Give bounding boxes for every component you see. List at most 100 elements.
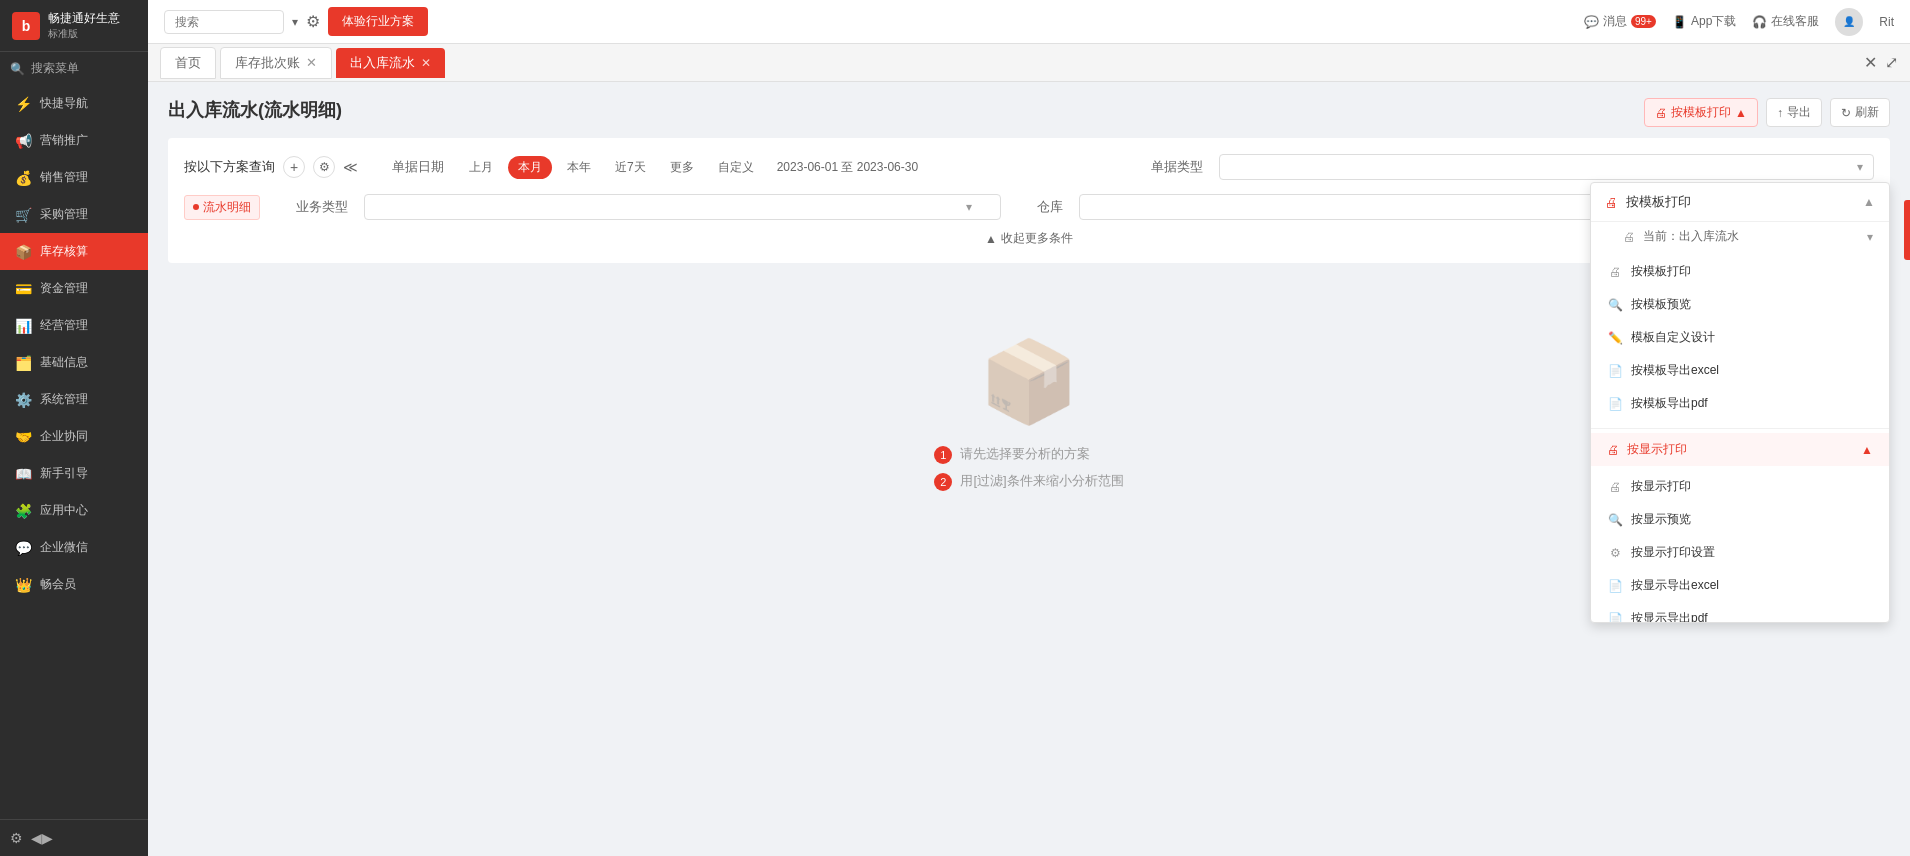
dropdown-item-display-print[interactable]: 🖨 按显示打印 — [1591, 470, 1889, 503]
service-btn[interactable]: 🎧 在线客服 — [1752, 13, 1819, 30]
template-excel-icon: 📄 — [1607, 363, 1623, 379]
window-close-btn[interactable]: ✕ — [1864, 53, 1877, 72]
display-settings-label: 按显示打印设置 — [1631, 544, 1715, 561]
sidebar-search[interactable]: 🔍 搜索菜单 — [0, 52, 148, 85]
sidebar-settings-icon[interactable]: ⚙ — [10, 830, 23, 846]
date-btn-this-month[interactable]: 本月 — [508, 156, 552, 179]
tab-home-label: 首页 — [175, 54, 201, 72]
tab-flow-close-icon[interactable]: ✕ — [421, 56, 431, 70]
filter-type-tag[interactable]: 流水明细 — [184, 195, 260, 220]
display-pdf-icon: 📄 — [1607, 611, 1623, 623]
tab-home[interactable]: 首页 — [160, 47, 216, 79]
print-template-btn[interactable]: 🖨 按模板打印 ▲ — [1644, 98, 1758, 127]
topbar-search-input[interactable] — [164, 10, 284, 34]
dropdown-item-template-pdf[interactable]: 📄 按模板导出pdf — [1591, 387, 1889, 420]
app-download-btn[interactable]: 📱 App下载 — [1672, 13, 1736, 30]
sidebar-item-operations[interactable]: 📊 经营管理 — [0, 307, 148, 344]
biz-type-chevron-icon: ▾ — [966, 200, 972, 214]
sales-icon: 💰 — [14, 170, 32, 186]
message-icon: 💬 — [1584, 15, 1599, 29]
dropdown-item-display-excel[interactable]: 📄 按显示导出excel — [1591, 569, 1889, 602]
doc-type-select[interactable]: ▾ — [1219, 154, 1874, 180]
sidebar-collapse-icon[interactable]: ◀▶ — [31, 830, 53, 846]
dropdown-item-display-preview[interactable]: 🔍 按显示预览 — [1591, 503, 1889, 536]
sidebar-item-inventory[interactable]: 📦 库存核算 — [0, 233, 148, 270]
display-section: 🖨 按显示打印 🔍 按显示预览 ⚙ 按显示打印设置 📄 按显示导出excel — [1591, 466, 1889, 622]
filter-tag-label: 流水明细 — [203, 199, 251, 216]
template-preview-icon: 🔍 — [1607, 297, 1623, 313]
dropdown-item-display-pdf[interactable]: 📄 按显示导出pdf — [1591, 602, 1889, 622]
dropdown-item-template-custom[interactable]: ✏️ 模板自定义设计 — [1591, 321, 1889, 354]
biz-type-select[interactable]: ▾ — [364, 194, 1001, 220]
filter-set-btn[interactable]: ⚙ — [313, 156, 335, 178]
sidebar-item-appcenter[interactable]: 🧩 应用中心 — [0, 492, 148, 529]
sidebar-item-purchase[interactable]: 🛒 采购管理 — [0, 196, 148, 233]
filter-collapse-icon[interactable]: ≪ — [343, 159, 358, 175]
sidebar-item-basic[interactable]: 🗂️ 基础信息 — [0, 344, 148, 381]
dropdown-item-template-preview[interactable]: 🔍 按模板预览 — [1591, 288, 1889, 321]
window-maximize-btn[interactable]: ⤢ — [1885, 53, 1898, 72]
empty-step-1: 1 请先选择要分析的方案 — [934, 445, 1123, 464]
sidebar-item-label: 销售管理 — [40, 169, 88, 186]
sidebar-item-marketing[interactable]: 📢 营销推广 — [0, 122, 148, 159]
filter-tag-dot — [193, 204, 199, 210]
dropdown-divider — [1591, 428, 1889, 429]
step-2-num: 2 — [934, 473, 952, 491]
dropdown-item-display-settings[interactable]: ⚙ 按显示打印设置 — [1591, 536, 1889, 569]
date-btn-custom[interactable]: 自定义 — [709, 155, 763, 180]
dropdown-item-template-print[interactable]: 🖨 按模板打印 — [1591, 255, 1889, 288]
current-template-arrow-icon: ▾ — [1867, 230, 1873, 244]
filter-add-btn[interactable]: + — [283, 156, 305, 178]
message-btn[interactable]: 💬 消息 99+ — [1584, 13, 1656, 30]
top-actions: 🖨 按模板打印 ▲ ↑ 导出 ↻ 刷新 — [1644, 98, 1890, 127]
topbar: ▾ ⚙ 体验行业方案 💬 消息 99+ 📱 App下载 🎧 在线客服 👤 Rit — [148, 0, 1910, 44]
template-preview-label: 按模板预览 — [1631, 296, 1691, 313]
topbar-gear-icon[interactable]: ⚙ — [306, 12, 320, 31]
sidebar-item-quicknav[interactable]: ⚡ 快捷导航 — [0, 85, 148, 122]
tab-batch[interactable]: 库存批次账 ✕ — [220, 47, 332, 79]
phone-icon: 📱 — [1672, 15, 1687, 29]
app-badge: 标准版 — [48, 27, 120, 41]
dropdown-chevron-up-icon[interactable]: ▲ — [1863, 195, 1875, 209]
date-btn-last7[interactable]: 近7天 — [606, 155, 655, 180]
display-print-label: 按显示打印 — [1631, 478, 1691, 495]
tab-batch-close-icon[interactable]: ✕ — [306, 55, 317, 70]
topbar-left: ▾ ⚙ 体验行业方案 — [164, 7, 1572, 36]
tab-flow[interactable]: 出入库流水 ✕ — [336, 48, 445, 78]
export-label: 导出 — [1787, 104, 1811, 121]
chevron-down-icon: ▾ — [1857, 160, 1863, 174]
sidebar-item-wechat[interactable]: 💬 企业微信 — [0, 529, 148, 566]
date-btn-this-year[interactable]: 本年 — [558, 155, 600, 180]
printer-icon: 🖨 — [1655, 106, 1667, 120]
tab-batch-label: 库存批次账 — [235, 54, 300, 72]
sidebar-item-member[interactable]: 👑 畅会员 — [0, 566, 148, 603]
sidebar-item-label: 应用中心 — [40, 502, 88, 519]
sidebar-item-finance[interactable]: 💳 资金管理 — [0, 270, 148, 307]
display-preview-icon: 🔍 — [1607, 512, 1623, 528]
filter-main-label: 按以下方案查询 + ⚙ ≪ — [184, 156, 358, 178]
sidebar-item-guide[interactable]: 📖 新手引导 — [0, 455, 148, 492]
sidebar-item-system[interactable]: ⚙️ 系统管理 — [0, 381, 148, 418]
sidebar-item-collab[interactable]: 🤝 企业协同 — [0, 418, 148, 455]
current-template-label: 当前：出入库流水 — [1643, 228, 1739, 245]
topbar-chevron-icon[interactable]: ▾ — [292, 15, 298, 29]
doc-type-label: 单据类型 — [1151, 158, 1203, 176]
date-btn-more[interactable]: 更多 — [661, 155, 703, 180]
display-section-header[interactable]: 🖨 按显示打印 ▲ — [1591, 433, 1889, 466]
sidebar-item-sales[interactable]: 💰 销售管理 — [0, 159, 148, 196]
export-btn[interactable]: ↑ 导出 — [1766, 98, 1822, 127]
display-excel-label: 按显示导出excel — [1631, 577, 1719, 594]
dropdown-printer-icon: 🖨 — [1605, 195, 1618, 210]
sidebar-item-label: 企业微信 — [40, 539, 88, 556]
chevron-up-icon: ▲ — [1735, 106, 1747, 120]
dropdown-item-template-excel[interactable]: 📄 按模板导出excel — [1591, 354, 1889, 387]
sidebar-item-label: 营销推广 — [40, 132, 88, 149]
trial-btn[interactable]: 体验行业方案 — [328, 7, 428, 36]
right-edge-handle[interactable] — [1904, 200, 1910, 260]
sidebar-item-label: 资金管理 — [40, 280, 88, 297]
basic-icon: 🗂️ — [14, 355, 32, 371]
guide-icon: 📖 — [14, 466, 32, 482]
refresh-btn[interactable]: ↻ 刷新 — [1830, 98, 1890, 127]
date-btn-last-month[interactable]: 上月 — [460, 155, 502, 180]
dropdown-current-template[interactable]: 🖨 当前：出入库流水 ▾ — [1591, 222, 1889, 251]
